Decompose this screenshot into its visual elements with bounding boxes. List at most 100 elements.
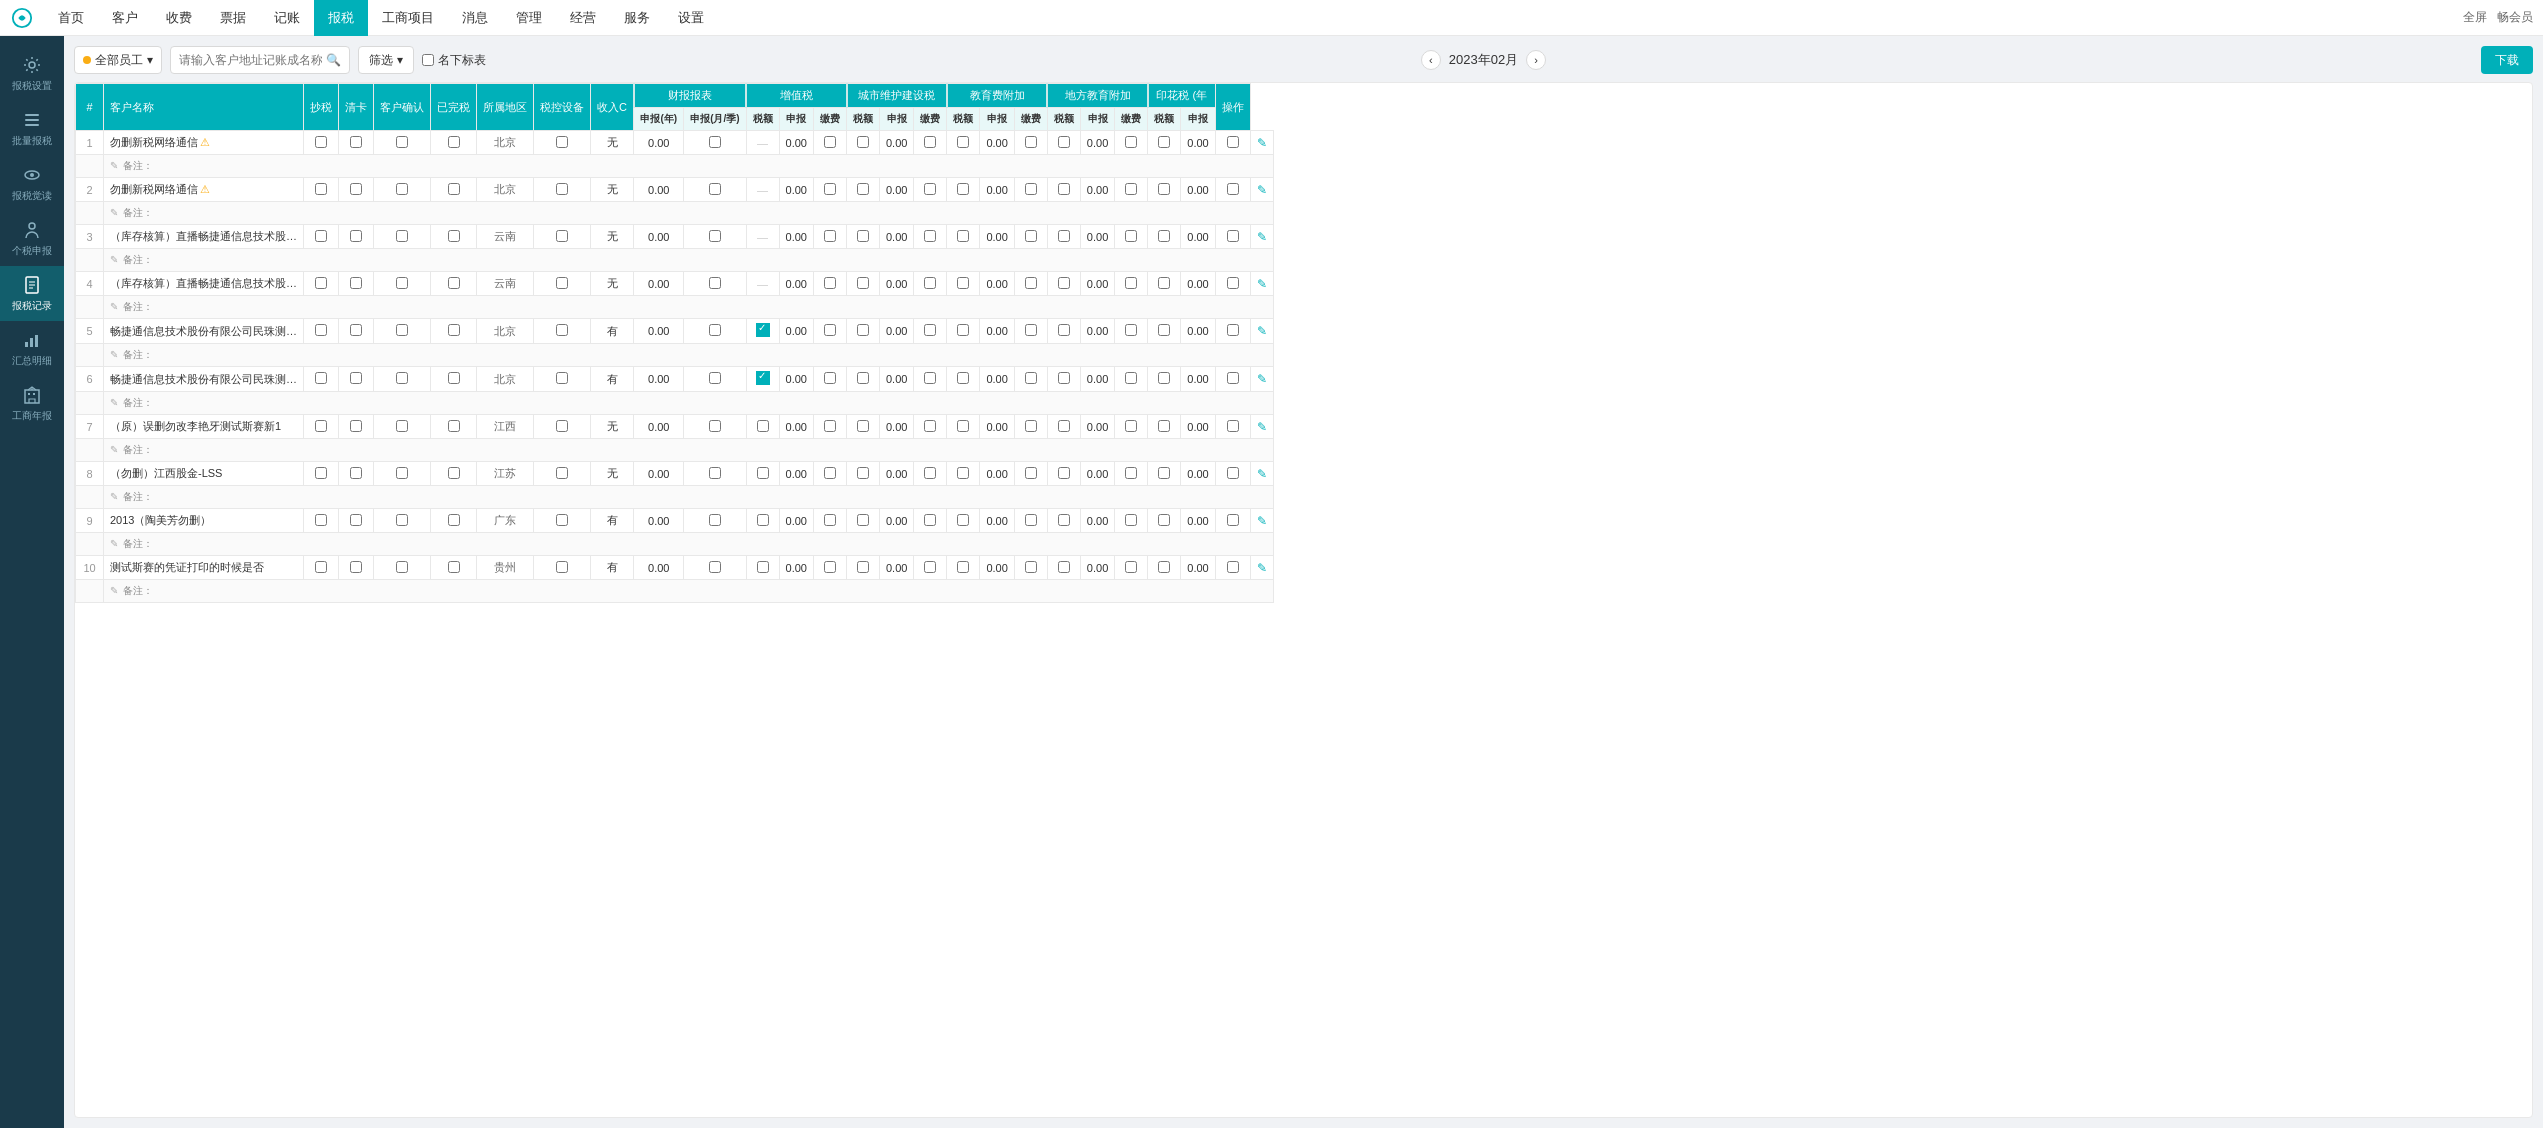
row-checkbox[interactable] <box>315 467 327 479</box>
row-checkbox[interactable] <box>857 372 869 384</box>
fullscreen-btn[interactable]: 全屏 <box>2463 9 2487 26</box>
row-checkbox[interactable] <box>824 136 836 148</box>
chaoshu-cell[interactable] <box>304 462 339 486</box>
row-checkbox[interactable] <box>1025 136 1037 148</box>
row-checkbox[interactable] <box>1058 324 1070 336</box>
paid-cell[interactable] <box>431 462 477 486</box>
confirm-cell[interactable] <box>374 319 431 344</box>
vat-pay-cell[interactable] <box>847 462 880 486</box>
row-checkbox[interactable] <box>396 277 408 289</box>
chaoshu-cell[interactable] <box>304 319 339 344</box>
row-checkbox[interactable] <box>1158 514 1170 526</box>
confirm-cell[interactable] <box>374 509 431 533</box>
row-checkbox[interactable] <box>824 372 836 384</box>
row-checkbox[interactable] <box>1227 136 1239 148</box>
row-checkbox[interactable] <box>857 136 869 148</box>
edu-report-cell[interactable] <box>1014 178 1047 202</box>
row-checkbox[interactable] <box>924 324 936 336</box>
row-checkbox[interactable] <box>1227 324 1239 336</box>
row-checkbox[interactable] <box>396 514 408 526</box>
nav-customer[interactable]: 客户 <box>98 0 152 36</box>
city-pay-cell[interactable] <box>947 272 980 296</box>
row-checkbox[interactable] <box>1227 183 1239 195</box>
row-checkbox[interactable] <box>709 420 721 432</box>
action-cell[interactable]: ✎ <box>1250 131 1273 155</box>
row-checkbox[interactable] <box>824 230 836 242</box>
month-report-cell[interactable] <box>746 462 779 486</box>
stamp-report-cell[interactable] <box>1215 509 1250 533</box>
edu-report-cell[interactable] <box>1014 367 1047 392</box>
row-checkbox[interactable] <box>709 514 721 526</box>
localedu-report-cell[interactable] <box>1115 556 1148 580</box>
row-checkbox[interactable] <box>1158 136 1170 148</box>
row-checkbox[interactable] <box>957 324 969 336</box>
row-checkbox[interactable] <box>556 277 568 289</box>
edu-pay-cell[interactable] <box>1047 178 1080 202</box>
localedu-report-cell[interactable] <box>1115 415 1148 439</box>
row-checkbox[interactable] <box>709 277 721 289</box>
edu-pay-cell[interactable] <box>1047 556 1080 580</box>
qingka-cell[interactable] <box>339 319 374 344</box>
qingka-cell[interactable] <box>339 509 374 533</box>
row-checkbox[interactable] <box>315 136 327 148</box>
action-cell[interactable]: ✎ <box>1250 178 1273 202</box>
row-checkbox[interactable] <box>957 372 969 384</box>
row-checkbox[interactable] <box>396 467 408 479</box>
stamp-report-cell[interactable] <box>1215 367 1250 392</box>
stamp-report-cell[interactable] <box>1215 556 1250 580</box>
paid-cell[interactable] <box>431 367 477 392</box>
row-checkbox[interactable] <box>824 561 836 573</box>
vat-pay-cell[interactable] <box>847 556 880 580</box>
row-checkbox[interactable] <box>709 467 721 479</box>
city-pay-cell[interactable] <box>947 367 980 392</box>
row-checkbox[interactable] <box>857 514 869 526</box>
edit-icon[interactable]: ✎ <box>1257 467 1267 481</box>
row-checkbox[interactable] <box>315 514 327 526</box>
year-report-cell[interactable] <box>684 367 746 392</box>
row-checkbox[interactable] <box>857 230 869 242</box>
row-checkbox[interactable] <box>757 420 769 432</box>
row-checkbox[interactable] <box>924 420 936 432</box>
row-checkbox[interactable] <box>350 324 362 336</box>
localedu-report-cell[interactable] <box>1115 131 1148 155</box>
row-checkbox[interactable] <box>709 561 721 573</box>
row-checkbox[interactable] <box>709 230 721 242</box>
search-box[interactable]: 🔍 <box>170 46 350 74</box>
row-checkbox[interactable] <box>396 372 408 384</box>
row-checkbox[interactable] <box>448 561 460 573</box>
year-report-cell[interactable] <box>684 178 746 202</box>
row-checkbox[interactable] <box>1058 372 1070 384</box>
edu-pay-cell[interactable] <box>1047 415 1080 439</box>
confirm-cell[interactable] <box>374 462 431 486</box>
row-checkbox[interactable] <box>709 183 721 195</box>
device-cell[interactable] <box>534 367 591 392</box>
city-report-cell[interactable] <box>914 556 947 580</box>
localedu-pay-cell[interactable] <box>1148 462 1181 486</box>
localedu-report-cell[interactable] <box>1115 509 1148 533</box>
vat-pay-cell[interactable] <box>847 319 880 344</box>
row-checkbox[interactable] <box>1125 277 1137 289</box>
paid-cell[interactable] <box>431 131 477 155</box>
row-checkbox[interactable] <box>857 324 869 336</box>
row-checkbox[interactable] <box>448 420 460 432</box>
city-report-cell[interactable] <box>914 509 947 533</box>
edu-pay-cell[interactable] <box>1047 462 1080 486</box>
confirm-cell[interactable] <box>374 272 431 296</box>
qingka-cell[interactable] <box>339 415 374 439</box>
row-checkbox[interactable] <box>315 561 327 573</box>
search-input[interactable] <box>179 53 322 67</box>
row-checkbox[interactable] <box>1125 514 1137 526</box>
row-checkbox[interactable] <box>924 561 936 573</box>
row-checkbox[interactable] <box>1125 230 1137 242</box>
row-checkbox[interactable] <box>1158 372 1170 384</box>
edu-report-cell[interactable] <box>1014 556 1047 580</box>
nav-business[interactable]: 工商项目 <box>368 0 448 36</box>
row-checkbox[interactable] <box>1025 324 1037 336</box>
edu-report-cell[interactable] <box>1014 462 1047 486</box>
row-checkbox[interactable] <box>957 514 969 526</box>
year-report-cell[interactable] <box>684 509 746 533</box>
paid-cell[interactable] <box>431 178 477 202</box>
stamp-report-cell[interactable] <box>1215 415 1250 439</box>
row-checkbox[interactable] <box>1227 561 1239 573</box>
nav-operate[interactable]: 经营 <box>556 0 610 36</box>
